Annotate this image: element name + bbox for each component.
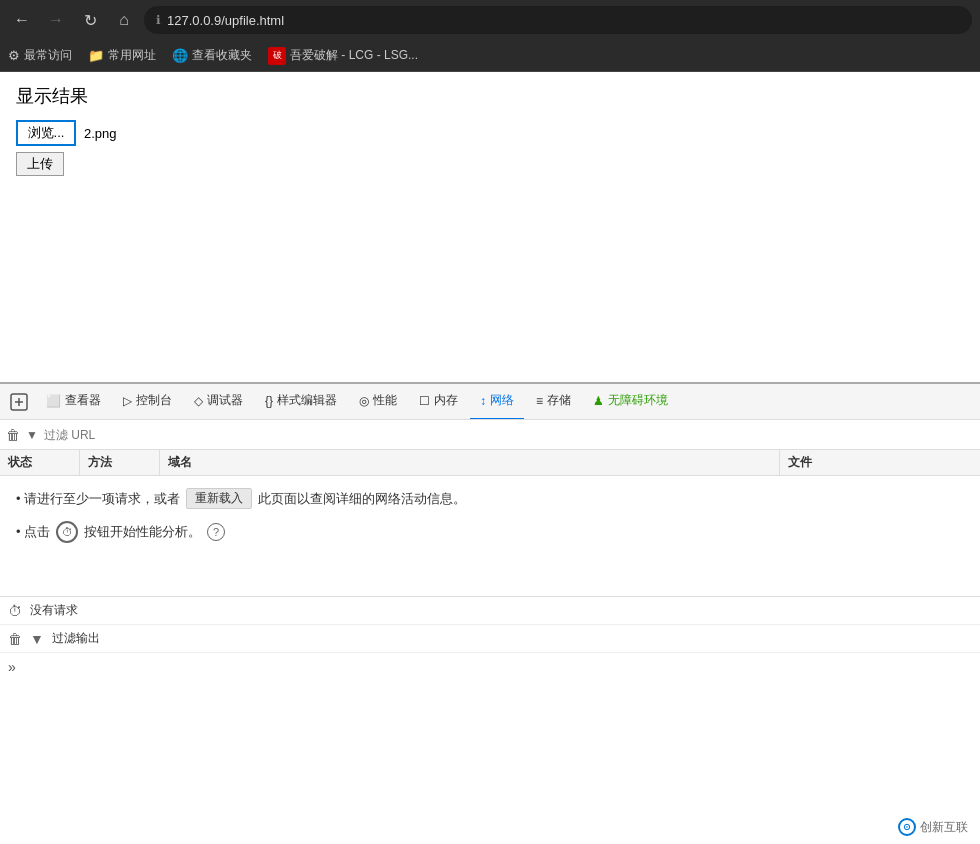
bookmark-label: 查看收藏夹	[192, 47, 252, 64]
tab-debugger[interactable]: ◇ 调试器	[184, 384, 253, 420]
lock-icon: ℹ	[156, 13, 161, 27]
header-domain: 域名	[160, 450, 780, 475]
no-requests-label: 没有请求	[30, 602, 78, 619]
back-button[interactable]: ←	[8, 6, 36, 34]
bookmark-wuai[interactable]: 破 吾爱破解 - LCG - LSG...	[268, 47, 418, 65]
tab-storage[interactable]: ≡ 存储	[526, 384, 581, 420]
filter-output-row: 🗑 ▼ 过滤输出	[0, 625, 980, 653]
bookmark-label: 吾爱破解 - LCG - LSG...	[290, 47, 418, 64]
perf-clock-icon: ⏱	[56, 521, 78, 543]
network-table-header: 状态 方法 域名 文件	[0, 450, 980, 476]
devtools-inspect-button[interactable]	[4, 393, 34, 411]
tab-label: 性能	[373, 392, 397, 409]
globe-icon: 🌐	[172, 48, 188, 63]
refresh-button[interactable]: ↻	[76, 6, 104, 34]
debugger-icon: ◇	[194, 394, 203, 408]
tab-label: 控制台	[136, 392, 172, 409]
help-icon[interactable]: ?	[207, 523, 225, 541]
upload-button[interactable]: 上传	[16, 152, 64, 176]
bookmarks-bar: ⚙ 最常访问 📁 常用网址 🌐 查看收藏夹 破 吾爱破解 - LCG - LSG…	[0, 40, 980, 72]
devtools-panel: ⬜ 查看器 ▷ 控制台 ◇ 调试器 {} 样式编辑器 ◎ 性能 ☐ 内存 ↕ 网…	[0, 382, 980, 681]
perf-prefix: • 点击	[16, 523, 50, 541]
network-body: • 请进行至少一项请求，或者 重新载入 此页面以查阅详细的网络活动信息。 • 点…	[0, 476, 980, 596]
address-bar[interactable]: ℹ 127.0.0.9/upfile.html	[144, 6, 972, 34]
performance-row: • 点击 ⏱ 按钮开始性能分析。 ?	[16, 521, 964, 543]
filter-icon: ▼	[26, 428, 38, 442]
browse-button[interactable]: 浏览...	[16, 120, 76, 146]
header-method: 方法	[80, 450, 160, 475]
tab-accessibility[interactable]: ♟ 无障碍环境	[583, 384, 678, 420]
perf-suffix: 按钮开始性能分析。	[84, 523, 201, 541]
tab-label: 查看器	[65, 392, 101, 409]
page-title: 显示结果	[16, 84, 964, 108]
bookmark-favorites[interactable]: 🌐 查看收藏夹	[172, 47, 252, 64]
watermark-text: 创新互联	[920, 819, 968, 836]
star-icon: ⚙	[8, 48, 20, 63]
clear-button[interactable]: 🗑	[6, 427, 20, 443]
address-text: 127.0.0.9/upfile.html	[167, 13, 284, 28]
request-message: • 请进行至少一项请求，或者 重新载入 此页面以查阅详细的网络活动信息。	[16, 488, 964, 509]
watermark-icon: ⊙	[898, 818, 916, 836]
devtools-toolbar: ⬜ 查看器 ▷ 控制台 ◇ 调试器 {} 样式编辑器 ◎ 性能 ☐ 内存 ↕ 网…	[0, 384, 980, 420]
chevron-icon[interactable]: »	[8, 659, 16, 675]
watermark: ⊙ 创新互联	[898, 818, 968, 836]
tab-label: 内存	[434, 392, 458, 409]
accessibility-icon: ♟	[593, 394, 604, 408]
browser-titlebar: ← → ↻ ⌂ ℹ 127.0.0.9/upfile.html	[0, 0, 980, 40]
header-status: 状态	[0, 450, 80, 475]
file-name: 2.png	[84, 126, 117, 141]
tab-label: 样式编辑器	[277, 392, 337, 409]
filter-output-label: 过滤输出	[52, 630, 100, 647]
no-requests-row: ⏱ 没有请求	[0, 597, 980, 625]
devtools-bottom: ⏱ 没有请求 🗑 ▼ 过滤输出 »	[0, 596, 980, 681]
tab-memory[interactable]: ☐ 内存	[409, 384, 468, 420]
tab-performance[interactable]: ◎ 性能	[349, 384, 407, 420]
trash-icon-bottom[interactable]: 🗑	[8, 631, 22, 647]
performance-icon: ◎	[359, 394, 369, 408]
reload-button[interactable]: 重新载入	[186, 488, 252, 509]
style-icon: {}	[265, 394, 273, 408]
tab-style[interactable]: {} 样式编辑器	[255, 384, 347, 420]
memory-icon: ☐	[419, 394, 430, 408]
filter-bar: 🗑 ▼	[0, 420, 980, 450]
storage-icon: ≡	[536, 394, 543, 408]
folder-icon: 📁	[88, 48, 104, 63]
bookmark-common-sites[interactable]: 📁 常用网址	[88, 47, 156, 64]
msg-prefix: • 请进行至少一项请求，或者	[16, 490, 180, 508]
home-button[interactable]: ⌂	[110, 6, 138, 34]
browser-chrome: ← → ↻ ⌂ ℹ 127.0.0.9/upfile.html ⚙ 最常访问 📁…	[0, 0, 980, 72]
inspector-icon: ⬜	[46, 394, 61, 408]
wuai-icon: 破	[268, 47, 286, 65]
msg-suffix: 此页面以查阅详细的网络活动信息。	[258, 490, 466, 508]
tab-label: 存储	[547, 392, 571, 409]
network-icon: ↕	[480, 394, 486, 408]
bookmark-most-visited[interactable]: ⚙ 最常访问	[8, 47, 72, 64]
bookmark-label: 最常访问	[24, 47, 72, 64]
tab-inspector[interactable]: ⬜ 查看器	[36, 384, 111, 420]
tab-label: 无障碍环境	[608, 392, 668, 409]
page-content: 显示结果 浏览... 2.png 上传	[0, 72, 980, 382]
tab-label: 调试器	[207, 392, 243, 409]
clock-icon: ⏱	[8, 603, 22, 619]
bookmark-label: 常用网址	[108, 47, 156, 64]
file-upload-row: 浏览... 2.png	[16, 120, 964, 146]
tab-console[interactable]: ▷ 控制台	[113, 384, 182, 420]
filter-input[interactable]	[44, 428, 974, 442]
forward-button[interactable]: →	[42, 6, 70, 34]
filter-icon-bottom[interactable]: ▼	[30, 631, 44, 647]
tab-label: 网络	[490, 392, 514, 409]
header-file: 文件	[780, 450, 980, 475]
bottom-status-row: »	[0, 653, 980, 681]
console-icon: ▷	[123, 394, 132, 408]
tab-network[interactable]: ↕ 网络	[470, 384, 524, 420]
